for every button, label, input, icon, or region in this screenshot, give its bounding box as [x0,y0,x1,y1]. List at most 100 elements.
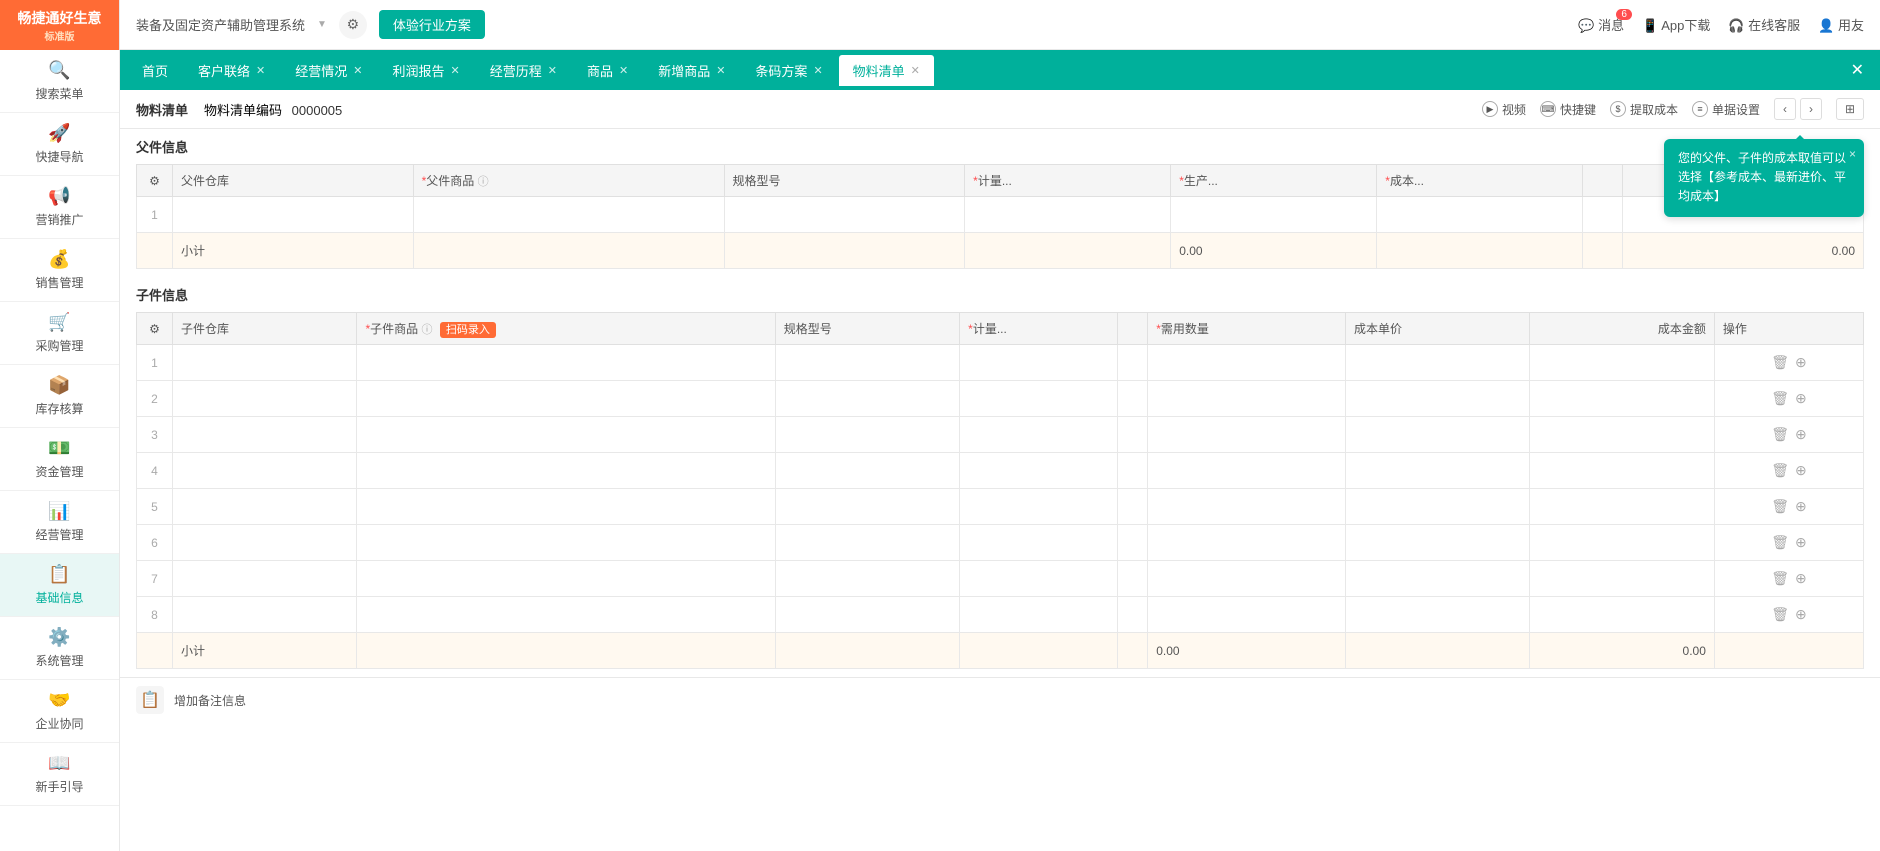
tooltip-close-button[interactable]: × [1849,145,1856,164]
sidebar-item-system[interactable]: ⚙️ 系统管理 [0,617,119,680]
child-row-3-copy-button[interactable]: ⊕ [1795,426,1807,443]
child-row-2-copy-button[interactable]: ⊕ [1795,390,1807,407]
child-row-8-spec[interactable] [775,597,959,633]
child-row-2-delete-button[interactable]: 🗑 [1771,390,1789,407]
child-row-4-spec[interactable] [775,453,959,489]
sidebar-item-guide[interactable]: 📖 新手引导 [0,743,119,806]
bottom-bar-text[interactable]: 增加备注信息 [174,692,246,709]
child-row-1-spec[interactable] [775,345,959,381]
grid-view-button[interactable]: ⊞ [1836,98,1864,120]
child-row-4-goods[interactable] [357,453,775,489]
child-row-3-spec[interactable] [775,417,959,453]
child-row-3-delete-button[interactable]: 🗑 [1771,426,1789,443]
tab-new-goods-close[interactable]: ✕ [716,64,725,77]
child-row-5-unit-cost[interactable] [1345,489,1529,525]
child-row-3-warehouse[interactable] [173,417,357,453]
parent-row-1-unit[interactable] [965,197,1171,233]
child-row-1-copy-button[interactable]: ⊕ [1795,354,1807,371]
child-row-7-spec[interactable] [775,561,959,597]
child-row-1-unit[interactable] [960,345,1118,381]
tab-customer-close[interactable]: ✕ [256,64,265,77]
trial-button[interactable]: 体验行业方案 [379,10,485,39]
single-setting-action[interactable]: ≡ 单据设置 [1692,101,1760,118]
child-row-7-unit-cost[interactable] [1345,561,1529,597]
child-row-8-copy-button[interactable]: ⊕ [1795,606,1807,623]
parent-row-1-spec[interactable] [724,197,965,233]
child-row-2-warehouse[interactable] [173,381,357,417]
sidebar-item-sales[interactable]: 💰 销售管理 [0,239,119,302]
child-row-6-unit[interactable] [960,525,1118,561]
child-row-8-unit-cost[interactable] [1345,597,1529,633]
tab-customer[interactable]: 客户联络 ✕ [184,55,279,86]
child-row-7-qty[interactable] [1148,561,1346,597]
tab-bom-close[interactable]: ✕ [911,64,920,77]
sidebar-item-quicknav[interactable]: 🚀 快捷导航 [0,113,119,176]
shortcut-action[interactable]: ⌨ 快捷键 [1540,101,1596,118]
prev-arrow-button[interactable]: ‹ [1774,98,1796,120]
app-download-button[interactable]: 📱 App下载 [1642,15,1710,34]
child-row-8-qty[interactable] [1148,597,1346,633]
sidebar-item-collab[interactable]: 🤝 企业协同 [0,680,119,743]
child-row-7-delete-button[interactable]: 🗑 [1771,570,1789,587]
child-th-settings[interactable]: ⚙ [137,313,173,345]
child-row-5-copy-button[interactable]: ⊕ [1795,498,1807,515]
child-row-4-copy-button[interactable]: ⊕ [1795,462,1807,479]
child-row-5-delete-button[interactable]: 🗑 [1771,498,1789,515]
child-row-6-unit-cost[interactable] [1345,525,1529,561]
tab-profit[interactable]: 利润报告 ✕ [378,55,473,86]
sidebar-item-inventory[interactable]: 📦 库存核算 [0,365,119,428]
tab-barcode-close[interactable]: ✕ [813,64,822,77]
child-row-4-warehouse[interactable] [173,453,357,489]
sidebar-item-basic-info[interactable]: 📋 基础信息 [0,554,119,617]
child-row-8-unit[interactable] [960,597,1118,633]
child-row-5-goods[interactable] [357,489,775,525]
system-dropdown-arrow[interactable]: ▼ [317,19,327,30]
child-row-8-warehouse[interactable] [173,597,357,633]
child-row-4-qty[interactable] [1148,453,1346,489]
view-action[interactable]: ▶ 视频 [1482,101,1526,118]
online-service-button[interactable]: 🎧 在线客服 [1728,15,1800,34]
scan-badge[interactable]: 扫码录入 [440,322,496,338]
tab-operations-close[interactable]: ✕ [353,64,362,77]
child-row-3-qty[interactable] [1148,417,1346,453]
tab-barcode[interactable]: 条码方案 ✕ [741,55,836,86]
child-row-3-unit[interactable] [960,417,1118,453]
child-row-4-delete-button[interactable]: 🗑 [1771,462,1789,479]
parent-row-1-production[interactable] [1171,197,1377,233]
child-row-1-qty[interactable] [1148,345,1346,381]
child-row-4-unit[interactable] [960,453,1118,489]
child-row-8-goods[interactable] [357,597,775,633]
parent-row-1-cost[interactable] [1377,197,1583,233]
child-row-2-unit[interactable] [960,381,1118,417]
child-row-2-goods[interactable] [357,381,775,417]
child-row-1-delete-button[interactable]: 🗑 [1771,354,1789,371]
child-row-1-goods[interactable] [357,345,775,381]
tab-goods-close[interactable]: ✕ [619,64,628,77]
tab-profit-close[interactable]: ✕ [451,64,460,77]
user-menu[interactable]: 👤 用友 [1818,15,1864,34]
child-row-3-unit-cost[interactable] [1345,417,1529,453]
child-row-5-qty[interactable] [1148,489,1346,525]
child-row-1-warehouse[interactable] [173,345,357,381]
parent-th-settings[interactable]: ⚙ [137,165,173,197]
next-arrow-button[interactable]: › [1800,98,1822,120]
child-row-7-goods[interactable] [357,561,775,597]
tab-history[interactable]: 经营历程 ✕ [476,55,571,86]
sidebar-item-finance[interactable]: 💵 资金管理 [0,428,119,491]
get-cost-action[interactable]: $ 提取成本 [1610,101,1678,118]
tab-home[interactable]: 首页 [128,55,182,86]
child-row-7-warehouse[interactable] [173,561,357,597]
child-row-6-qty[interactable] [1148,525,1346,561]
child-row-3-goods[interactable] [357,417,775,453]
message-button[interactable]: 💬 6 消息 [1578,15,1624,34]
tab-operations[interactable]: 经营情况 ✕ [281,55,376,86]
tab-goods[interactable]: 商品 ✕ [573,55,642,86]
child-row-6-warehouse[interactable] [173,525,357,561]
sidebar-item-operations[interactable]: 📊 经营管理 [0,491,119,554]
child-row-5-spec[interactable] [775,489,959,525]
tab-history-close[interactable]: ✕ [548,64,557,77]
child-row-5-warehouse[interactable] [173,489,357,525]
child-row-8-delete-button[interactable]: 🗑 [1771,606,1789,623]
child-row-2-spec[interactable] [775,381,959,417]
tab-new-goods[interactable]: 新增商品 ✕ [644,55,739,86]
